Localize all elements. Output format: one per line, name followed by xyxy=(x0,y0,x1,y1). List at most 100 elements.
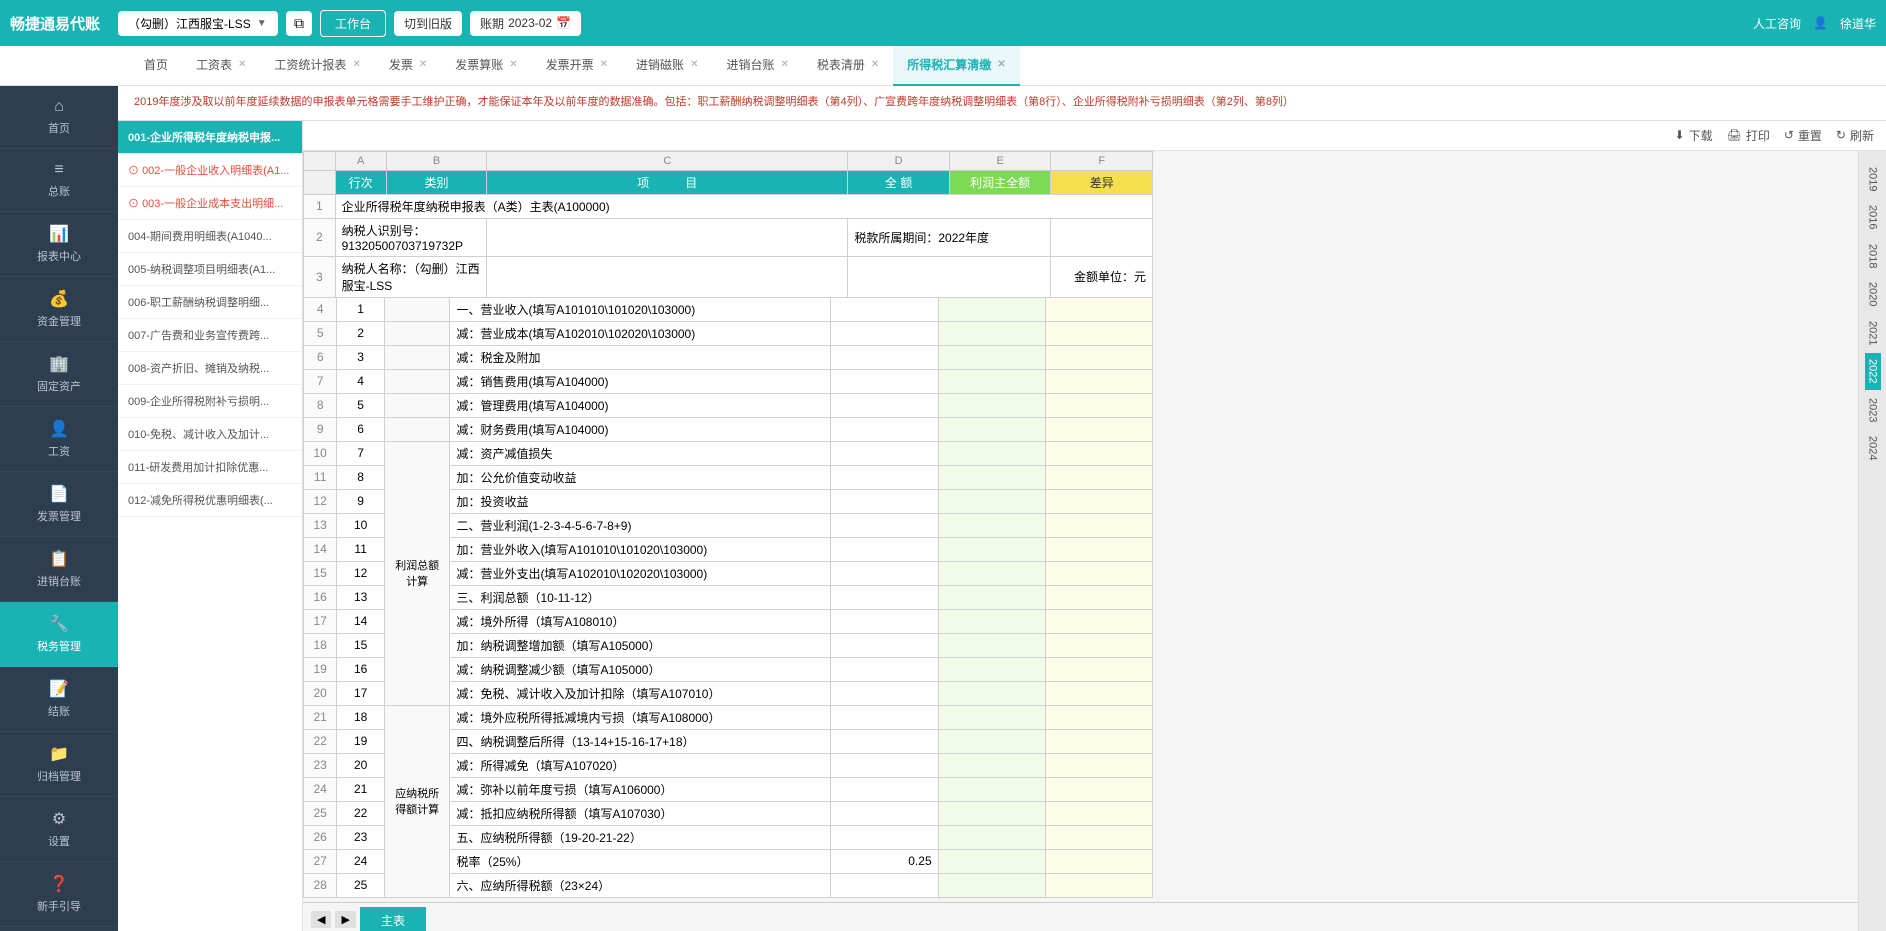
nav-tab-tax-list[interactable]: 税表清册 ✕ xyxy=(803,46,893,86)
list-item-012[interactable]: 012-减免所得税优惠明细表(... xyxy=(118,484,302,517)
close-icon[interactable]: ✕ xyxy=(509,59,517,70)
amount-cell[interactable] xyxy=(831,369,938,393)
amount-cell[interactable] xyxy=(831,873,938,897)
diff-cell[interactable] xyxy=(1045,681,1152,705)
download-button[interactable]: ⬇ 下载 xyxy=(1675,127,1713,144)
year-item-2018[interactable]: 2018 xyxy=(1865,238,1881,274)
profit-cell[interactable] xyxy=(938,297,1045,321)
amount-cell[interactable] xyxy=(831,489,938,513)
diff-cell[interactable] xyxy=(1045,297,1152,321)
sidebar-item-home[interactable]: ⌂ 首页 xyxy=(0,86,118,149)
amount-cell[interactable] xyxy=(831,297,938,321)
nav-tab-income-tax[interactable]: 所得税汇算清缴 ✕ xyxy=(893,46,1019,86)
reset-button[interactable]: ↺ 重置 xyxy=(1784,127,1822,144)
profit-cell[interactable] xyxy=(938,465,1045,489)
diff-cell[interactable] xyxy=(1045,585,1152,609)
profit-cell[interactable] xyxy=(938,801,1045,825)
sidebar-item-guide[interactable]: ❓ 新手引导 xyxy=(0,862,118,927)
list-item-009[interactable]: 009-企业所得税附补亏损明... xyxy=(118,385,302,418)
close-icon[interactable]: ✕ xyxy=(690,59,698,70)
amount-cell[interactable] xyxy=(831,345,938,369)
amount-cell[interactable] xyxy=(831,801,938,825)
old-version-button[interactable]: 切到旧版 xyxy=(394,11,462,36)
amount-cell[interactable] xyxy=(831,561,938,585)
profit-cell[interactable] xyxy=(938,633,1045,657)
list-item-005[interactable]: 005-纳税调整项目明细表(A1... xyxy=(118,253,302,286)
profit-cell[interactable] xyxy=(938,777,1045,801)
diff-cell[interactable] xyxy=(1045,729,1152,753)
diff-cell[interactable] xyxy=(1045,561,1152,585)
profit-cell[interactable] xyxy=(938,417,1045,441)
amount-cell[interactable]: 0.25 xyxy=(831,849,938,873)
list-item-011[interactable]: 011-研发费用加计扣除优惠... xyxy=(118,451,302,484)
sidebar-item-ledger[interactable]: ≡ 总账 xyxy=(0,149,118,212)
year-item-2023[interactable]: 2023 xyxy=(1865,392,1881,428)
sheet-tab-main[interactable]: 主表 xyxy=(360,907,426,931)
profit-cell[interactable] xyxy=(938,657,1045,681)
list-item-007[interactable]: 007-广告费和业务宣传费跨... xyxy=(118,319,302,352)
nav-tab-payroll-stat[interactable]: 工资统计报表 ✕ xyxy=(260,46,374,86)
profit-cell[interactable] xyxy=(938,825,1045,849)
print-button[interactable]: 🖨 打印 xyxy=(1727,127,1770,144)
sidebar-item-payroll[interactable]: 👤 工资 xyxy=(0,407,118,472)
close-icon[interactable]: ✕ xyxy=(352,59,360,70)
sidebar-item-close[interactable]: 📝 结账 xyxy=(0,667,118,732)
profit-cell[interactable] xyxy=(938,585,1045,609)
sheet-nav-left[interactable]: ◀ xyxy=(311,911,331,928)
profit-cell[interactable] xyxy=(938,873,1045,897)
profit-cell[interactable] xyxy=(938,705,1045,729)
profit-cell[interactable] xyxy=(938,345,1045,369)
profit-cell[interactable] xyxy=(938,441,1045,465)
diff-cell[interactable] xyxy=(1045,537,1152,561)
list-item-010[interactable]: 010-免税、减计收入及加计... xyxy=(118,418,302,451)
company-selector[interactable]: （勾删）江西服宝-LSS ▼ xyxy=(118,11,278,36)
diff-cell[interactable] xyxy=(1045,753,1152,777)
nav-tab-home[interactable]: 首页 xyxy=(130,46,182,86)
close-icon-active[interactable]: ✕ xyxy=(997,59,1005,70)
diff-cell[interactable] xyxy=(1045,705,1152,729)
profit-cell[interactable] xyxy=(938,609,1045,633)
amount-cell[interactable] xyxy=(831,633,938,657)
nav-tab-purchase-sales[interactable]: 进销磁账 ✕ xyxy=(622,46,712,86)
diff-cell[interactable] xyxy=(1045,777,1152,801)
diff-cell[interactable] xyxy=(1045,465,1152,489)
diff-cell[interactable] xyxy=(1045,609,1152,633)
ledger-selector[interactable]: 账期 2023-02 📅 xyxy=(470,11,581,36)
list-item-003[interactable]: 003-一般企业成本支出明细... xyxy=(118,187,302,220)
year-item-2016[interactable]: 2016 xyxy=(1865,199,1881,235)
list-item-002[interactable]: 002-一般企业收入明细表(A1... xyxy=(118,154,302,187)
profit-cell[interactable] xyxy=(938,489,1045,513)
sidebar-item-assets[interactable]: 🏢 固定资产 xyxy=(0,342,118,407)
profit-cell[interactable] xyxy=(938,849,1045,873)
diff-cell[interactable] xyxy=(1045,417,1152,441)
amount-cell[interactable] xyxy=(831,753,938,777)
diff-cell[interactable] xyxy=(1045,345,1152,369)
amount-cell[interactable] xyxy=(831,537,938,561)
profit-cell[interactable] xyxy=(938,321,1045,345)
amount-cell[interactable] xyxy=(831,825,938,849)
profit-cell[interactable] xyxy=(938,537,1045,561)
sidebar-item-reports[interactable]: 📊 报表中心 xyxy=(0,212,118,277)
diff-cell[interactable] xyxy=(1045,657,1152,681)
profit-cell[interactable] xyxy=(938,513,1045,537)
list-item-008[interactable]: 008-资产折旧、摊销及纳税... xyxy=(118,352,302,385)
amount-cell[interactable] xyxy=(831,609,938,633)
year-item-2021[interactable]: 2021 xyxy=(1865,315,1881,351)
amount-cell[interactable] xyxy=(831,465,938,489)
sidebar-item-archive[interactable]: 📁 归档管理 xyxy=(0,732,118,797)
profit-cell[interactable] xyxy=(938,393,1045,417)
diff-cell[interactable] xyxy=(1045,873,1152,897)
sheet-nav-right[interactable]: ▶ xyxy=(335,911,355,928)
amount-cell[interactable] xyxy=(831,705,938,729)
close-icon[interactable]: ✕ xyxy=(600,59,608,70)
sidebar-item-purchase[interactable]: 📋 进销台账 xyxy=(0,537,118,602)
amount-cell[interactable] xyxy=(831,657,938,681)
sidebar-item-member[interactable]: ★ 畅会员 xyxy=(0,927,118,931)
year-item-2024[interactable]: 2024 xyxy=(1865,430,1881,466)
sidebar-item-tax[interactable]: 🔧 税务管理 xyxy=(0,602,118,667)
list-item-006[interactable]: 006-职工薪酬纳税调整明细... xyxy=(118,286,302,319)
workspace-button[interactable]: 工作台 xyxy=(320,10,386,37)
amount-cell[interactable] xyxy=(831,585,938,609)
year-item-2022[interactable]: 2022 xyxy=(1865,353,1881,389)
nav-tab-invoice[interactable]: 发票 ✕ xyxy=(375,46,441,86)
